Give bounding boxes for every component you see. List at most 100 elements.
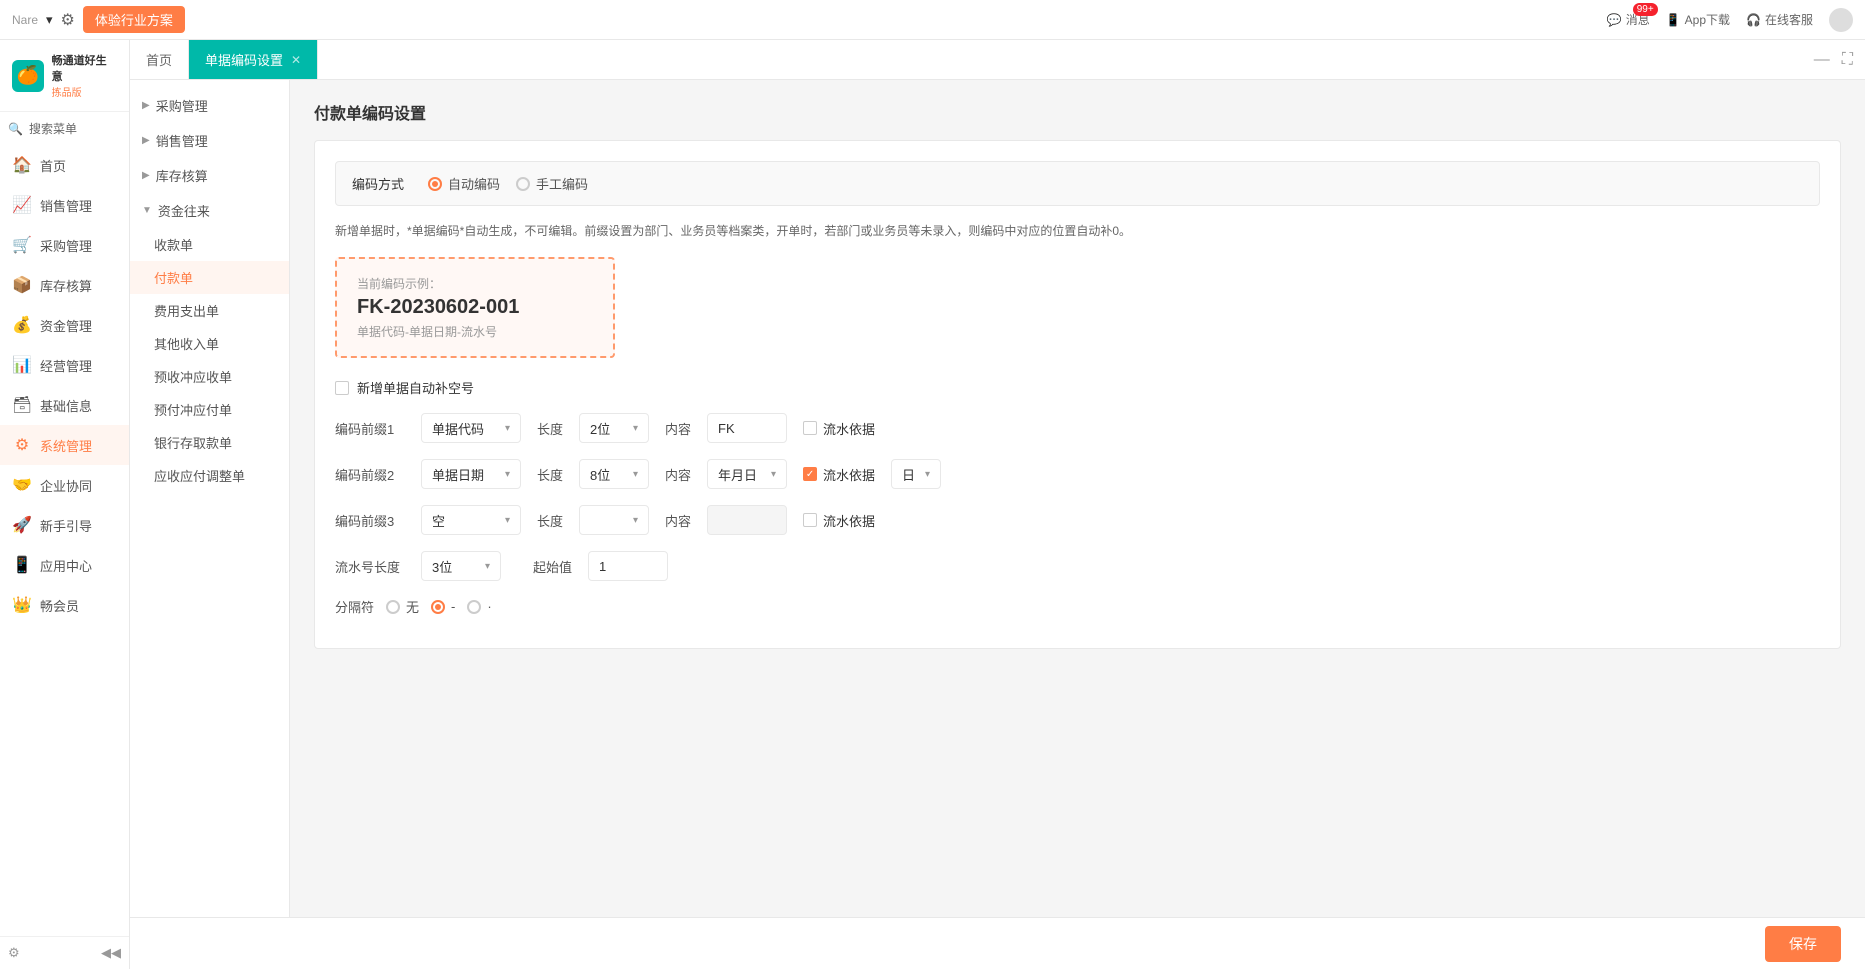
prefix1-content-input[interactable] xyxy=(707,413,787,443)
sep-dash-label: - xyxy=(451,599,455,614)
prefix2-serial-unit-select[interactable]: 日 ▾ xyxy=(891,459,941,489)
prefix1-length-value: 2位 xyxy=(590,419,610,438)
sidebar-item-home[interactable]: 🏠 首页 xyxy=(0,145,129,185)
sub-nav-parent-fund[interactable]: ▼ 资金往来 xyxy=(130,193,289,228)
tab-setting[interactable]: 单据编码设置 ✕ xyxy=(189,40,318,79)
sub-nav-child-expense[interactable]: 费用支出单 xyxy=(130,294,289,327)
auto-encoding-radio[interactable]: 自动编码 xyxy=(428,174,500,193)
finance-icon: 💰 xyxy=(12,315,32,335)
tab-close-icon[interactable]: ✕ xyxy=(291,53,301,67)
prefix1-select[interactable]: 单据代码 ▾ xyxy=(421,413,521,443)
sidebar-item-system[interactable]: ⚙ 系统管理 xyxy=(0,425,129,465)
prefix2-serial-checkbox[interactable]: ✓ xyxy=(803,467,817,481)
user-avatar[interactable] xyxy=(1829,8,1853,32)
sub-nav-child-prepay-pay[interactable]: 预付冲应付单 xyxy=(130,393,289,426)
sidebar-item-label: 应用中心 xyxy=(40,556,92,575)
sidebar-item-label: 采购管理 xyxy=(40,236,92,255)
message-button[interactable]: 💬 消息 99+ xyxy=(1607,11,1650,28)
settings-bottom-icon[interactable]: ⚙ xyxy=(8,945,20,961)
prefix3-label: 编码前缀3 xyxy=(335,511,405,530)
try-industry-button[interactable]: 体验行业方案 xyxy=(83,6,185,33)
sub-layout: ▶ 采购管理 ▶ 销售管理 ▶ 库存核算 xyxy=(130,80,1865,917)
chevron-down-icon: ▾ xyxy=(46,12,53,28)
start-value-input[interactable] xyxy=(588,551,668,581)
sub-nav-child-income[interactable]: 其他收入单 xyxy=(130,327,289,360)
service-label: 在线客服 xyxy=(1765,11,1813,28)
separator-label: 分隔符 xyxy=(335,597,374,616)
message-badge: 99+ xyxy=(1633,3,1658,16)
main-layout: 🍊 畅通道好生意 拣品版 🔍 搜索菜单 🏠 首页 📈 销售管理 🛒 采购管理 xyxy=(0,40,1865,969)
sep-dash-circle xyxy=(431,600,445,614)
start-value-label: 起始值 xyxy=(533,557,572,576)
search-menu[interactable]: 🔍 搜索菜单 xyxy=(0,112,129,145)
sidebar-item-member[interactable]: 👑 畅会员 xyxy=(0,585,129,625)
manual-radio-circle xyxy=(516,177,530,191)
sidebar-item-purchase[interactable]: 🛒 采购管理 xyxy=(0,225,129,265)
app-download-button[interactable]: 📱 App下载 xyxy=(1666,11,1730,28)
sub-nav-parent-sales[interactable]: ▶ 销售管理 xyxy=(130,123,289,158)
message-icon: 💬 xyxy=(1607,13,1622,27)
prefix1-serial-checkbox[interactable] xyxy=(803,421,817,435)
sep-dot-radio[interactable]: · xyxy=(467,599,491,614)
tab-home[interactable]: 首页 xyxy=(130,40,189,79)
sidebar-item-app[interactable]: 📱 应用中心 xyxy=(0,545,129,585)
tab-maximize-icon[interactable]: ⛶ xyxy=(1838,47,1857,73)
sub-nav-child-receipt[interactable]: 收款单 xyxy=(130,228,289,261)
chevron-right-icon: ▶ xyxy=(142,100,150,111)
sub-nav-child-bank[interactable]: 银行存取款单 xyxy=(130,426,289,459)
sidebar-item-inventory[interactable]: 📦 库存核算 xyxy=(0,265,129,305)
sidebar-item-coop[interactable]: 🤝 企业协同 xyxy=(0,465,129,505)
prefix2-chevron-icon: ▾ xyxy=(505,469,510,480)
prefix3-length-select[interactable]: ▾ xyxy=(579,505,649,535)
company-dropdown[interactable]: ▾ xyxy=(46,12,53,28)
auto-fill-checkbox[interactable] xyxy=(335,381,349,395)
online-service-button[interactable]: 🎧 在线客服 xyxy=(1746,11,1813,28)
sub-nav-child-adjust[interactable]: 应收应付调整单 xyxy=(130,459,289,492)
prefix2-select[interactable]: 单据日期 ▾ xyxy=(421,459,521,489)
encoding-radio-group: 自动编码 手工编码 xyxy=(428,174,588,193)
avatar xyxy=(1829,8,1853,32)
prefix3-serial-checkbox[interactable] xyxy=(803,513,817,527)
settings-icon[interactable]: ⚙ xyxy=(61,10,75,30)
sub-nav-child-prepay-receive[interactable]: 预收冲应收单 xyxy=(130,360,289,393)
sep-dash-radio[interactable]: - xyxy=(431,599,455,614)
sidebar-item-guide[interactable]: 🚀 新手引导 xyxy=(0,505,129,545)
top-bar: Nare ▾ ⚙ 体验行业方案 💬 消息 99+ 📱 App下载 🎧 在线客服 xyxy=(0,0,1865,40)
sidebar-item-label: 基础信息 xyxy=(40,396,92,415)
serial-length-select[interactable]: 3位 ▾ xyxy=(421,551,501,581)
guide-icon: 🚀 xyxy=(12,515,32,535)
sub-nav-group-inventory: ▶ 库存核算 xyxy=(130,158,289,193)
sidebar-item-label: 新手引导 xyxy=(40,516,92,535)
prefix2-length-select[interactable]: 8位 ▾ xyxy=(579,459,649,489)
sidebar-item-finance[interactable]: 💰 资金管理 xyxy=(0,305,129,345)
app-icon: 📱 xyxy=(1666,13,1681,27)
prefix3-select[interactable]: 空 ▾ xyxy=(421,505,521,535)
sub-nav-parent-inventory[interactable]: ▶ 库存核算 xyxy=(130,158,289,193)
sidebar-item-label: 经营管理 xyxy=(40,356,92,375)
prefix2-content-select[interactable]: 年月日 ▾ xyxy=(707,459,787,489)
prefix1-row: 编码前缀1 单据代码 ▾ 长度 2位 ▾ 内容 xyxy=(335,413,1820,443)
auto-fill-label: 新增单据自动补空号 xyxy=(357,378,474,397)
manual-encoding-radio[interactable]: 手工编码 xyxy=(516,174,588,193)
sidebar-item-operation[interactable]: 📊 经营管理 xyxy=(0,345,129,385)
tab-bar: 首页 单据编码设置 ✕ — ⛶ xyxy=(130,40,1865,80)
coop-icon: 🤝 xyxy=(12,475,32,495)
separator-row: 分隔符 无 - · xyxy=(335,597,1820,616)
tab-minimize-icon[interactable]: — xyxy=(1810,47,1834,73)
manual-encoding-label: 手工编码 xyxy=(536,174,588,193)
inventory-icon: 📦 xyxy=(12,275,32,295)
sidebar-logo: 🍊 畅通道好生意 拣品版 xyxy=(0,40,129,112)
prefix3-chevron-icon: ▾ xyxy=(505,515,510,526)
sub-nav-child-payment[interactable]: 付款单 xyxy=(130,261,289,294)
sidebar-item-label: 销售管理 xyxy=(40,196,92,215)
prefix1-length-select[interactable]: 2位 ▾ xyxy=(579,413,649,443)
collapse-icon[interactable]: ◀◀ xyxy=(101,945,121,961)
prefix3-serial-label: 流水依据 xyxy=(823,511,875,530)
code-preview: 当前编码示例： FK-20230602-001 单据代码-单据日期-流水号 xyxy=(335,257,615,358)
save-button[interactable]: 保存 xyxy=(1765,926,1841,962)
sub-nav-parent-purchase[interactable]: ▶ 采购管理 xyxy=(130,88,289,123)
sidebar-item-base[interactable]: 🗃 基础信息 xyxy=(0,385,129,425)
sep-none-radio[interactable]: 无 xyxy=(386,597,419,616)
prefix3-content-input[interactable] xyxy=(707,505,787,535)
sidebar-item-sales[interactable]: 📈 销售管理 xyxy=(0,185,129,225)
